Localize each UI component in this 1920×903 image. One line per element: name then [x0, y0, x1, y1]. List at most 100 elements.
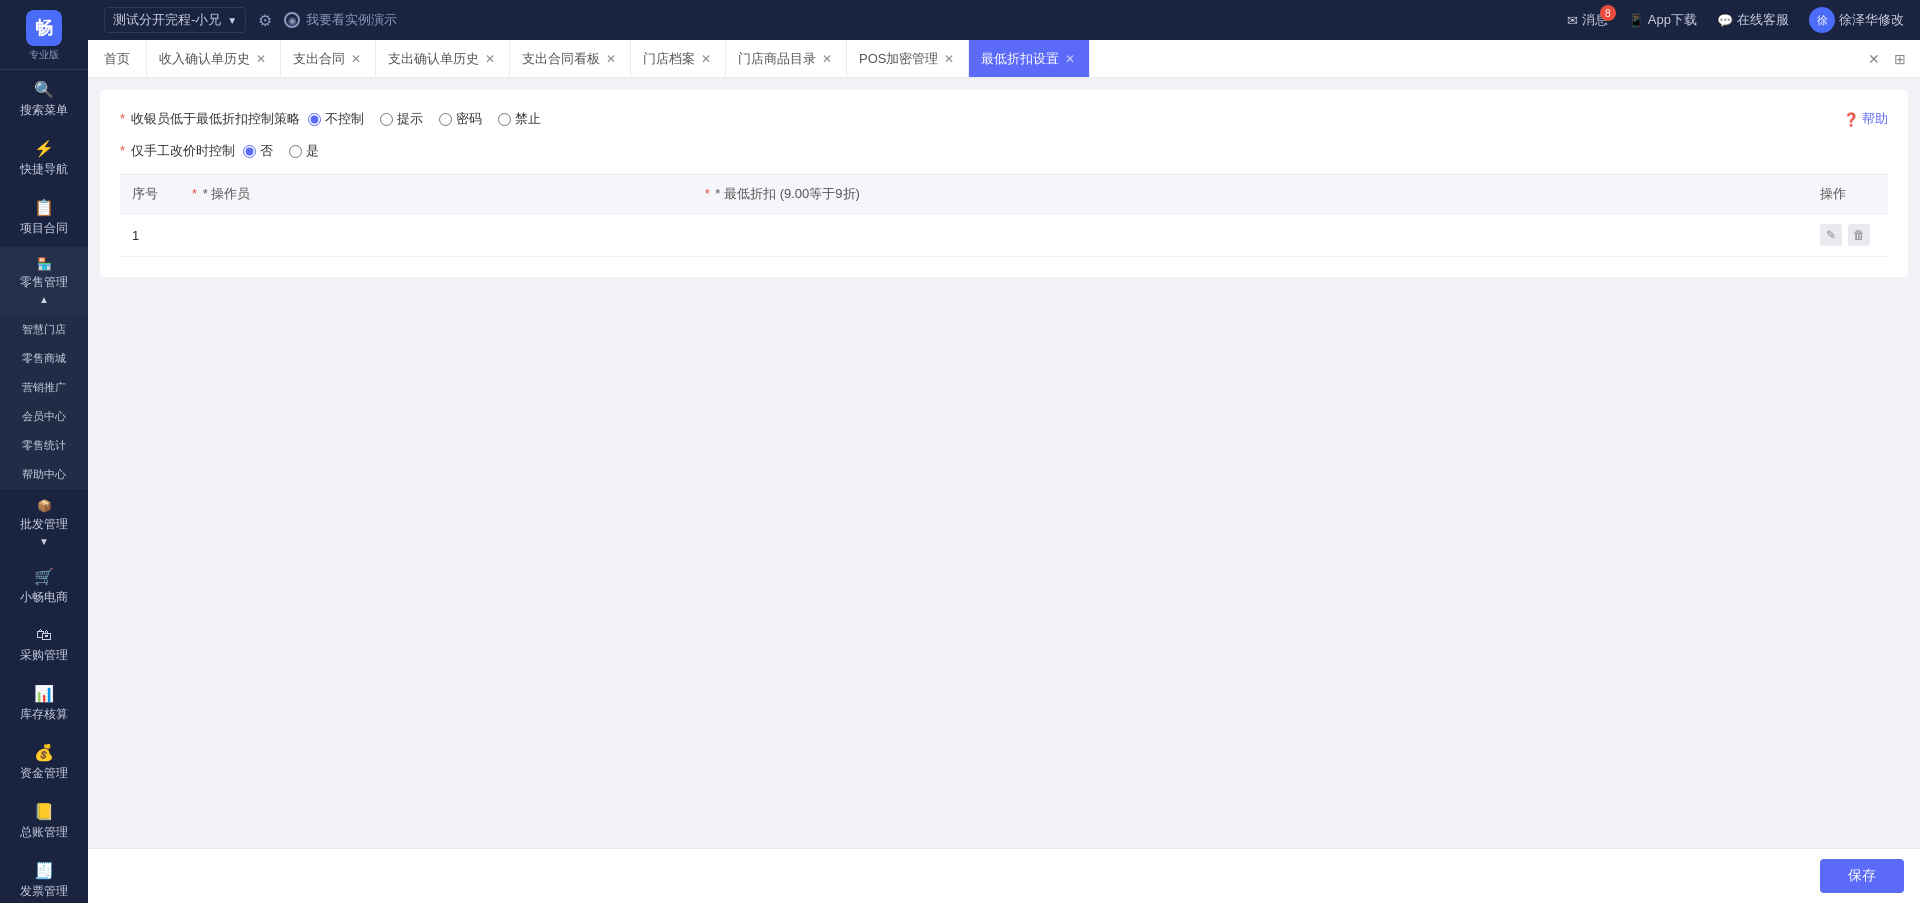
- content-area: * 收银员低于最低折扣控制策略 不控制 提示 密码: [88, 78, 1920, 848]
- settings-card: * 收银员低于最低折扣控制策略 不控制 提示 密码: [100, 90, 1908, 277]
- sidebar-item-invoice[interactable]: 🧾 发票管理: [0, 851, 88, 903]
- manual-radio-group: 否 是: [243, 142, 319, 160]
- user-profile[interactable]: 徐 徐泽华修改: [1809, 7, 1904, 33]
- tab-label: 支出合同看板: [522, 50, 600, 68]
- download-icon: 📱: [1628, 13, 1644, 28]
- tab-close-icon[interactable]: ✕: [942, 52, 956, 66]
- cell-actions: ✎ 🗑: [1808, 214, 1888, 257]
- manual-radio-no[interactable]: [243, 145, 256, 158]
- demo-link[interactable]: ◉ 我要看实例演示: [284, 11, 397, 29]
- sidebar-item-inventory[interactable]: 📊 库存核算: [0, 674, 88, 733]
- policy-option-label: 不控制: [325, 110, 364, 128]
- col-header-min-discount: * * 最低折扣 (9.00等于9折): [693, 175, 1808, 214]
- online-service-button[interactable]: 💬 在线客服: [1717, 11, 1789, 29]
- tab-store-product[interactable]: 门店商品目录 ✕: [726, 40, 847, 78]
- app-download-label: App下载: [1648, 11, 1697, 29]
- tab-close-icon[interactable]: ✕: [483, 52, 497, 66]
- sidebar-item-smart-store[interactable]: 智慧门店: [0, 315, 88, 344]
- tab-close-all-button[interactable]: ✕: [1862, 47, 1886, 71]
- sidebar-item-retail-stats[interactable]: 零售统计: [0, 431, 88, 460]
- question-icon: ❓: [1843, 112, 1859, 127]
- save-button[interactable]: 保存: [1820, 859, 1904, 893]
- tab-close-icon[interactable]: ✕: [254, 52, 268, 66]
- tab-label: 支出合同: [293, 50, 345, 68]
- invoice-icon: 🧾: [34, 861, 54, 880]
- sidebar-item-capital[interactable]: 💰 资金管理: [0, 733, 88, 792]
- policy-option-no-control[interactable]: 不控制: [308, 110, 364, 128]
- tab-close-icon[interactable]: ✕: [699, 52, 713, 66]
- sidebar-item-label: 帮助中心: [22, 467, 66, 482]
- manual-radio-yes[interactable]: [289, 145, 302, 158]
- retail-icon: 🏪: [37, 257, 52, 271]
- tab-label: 最低折扣设置: [981, 50, 1059, 68]
- home-tab-label: 首页: [104, 50, 130, 68]
- topbar-right: ✉ 消息 8 📱 App下载 💬 在线客服 徐 徐泽华修改: [1567, 7, 1904, 33]
- delete-icon[interactable]: 🗑: [1848, 224, 1870, 246]
- policy-option-forbid[interactable]: 禁止: [498, 110, 541, 128]
- user-name: 徐泽华修改: [1839, 11, 1904, 29]
- help-link[interactable]: ❓ 帮助: [1843, 110, 1888, 128]
- contract-icon: 📋: [34, 198, 54, 217]
- required-star: *: [120, 111, 125, 126]
- policy-radio-forbid[interactable]: [498, 113, 511, 126]
- manual-option-no[interactable]: 否: [243, 142, 273, 160]
- tab-income-history[interactable]: 收入确认单历史 ✕: [147, 40, 281, 78]
- tabbar: 首页 收入确认单历史 ✕ 支出合同 ✕ 支出确认单历史 ✕ 支出合同看板 ✕ 门…: [88, 40, 1920, 78]
- topbar: 测试分开完程-小兄 ▼ ⚙ ◉ 我要看实例演示 ✉ 消息 8 📱 App下载 💬…: [88, 0, 1920, 40]
- purchase-icon: 🛍: [36, 626, 52, 644]
- message-button[interactable]: ✉ 消息 8: [1567, 11, 1608, 29]
- main-area: 测试分开完程-小兄 ▼ ⚙ ◉ 我要看实例演示 ✉ 消息 8 📱 App下载 💬…: [88, 0, 1920, 903]
- policy-radio-no-control[interactable]: [308, 113, 321, 126]
- app-logo-icon: 畅: [26, 10, 62, 46]
- tab-payment-contract[interactable]: 支出合同 ✕: [281, 40, 376, 78]
- tab-pos-password[interactable]: POS加密管理 ✕: [847, 40, 969, 78]
- sidebar-item-project[interactable]: 📋 项目合同: [0, 188, 88, 247]
- sidebar-item-help[interactable]: 帮助中心: [0, 460, 88, 489]
- sidebar-item-purchase[interactable]: 🛍 采购管理: [0, 616, 88, 674]
- tab-payment-confirm-history[interactable]: 支出确认单历史 ✕: [376, 40, 510, 78]
- sidebar-item-label: 零售统计: [22, 438, 66, 453]
- sidebar-item-retail[interactable]: 🏪 零售管理 ▲: [0, 247, 88, 315]
- table-row: 1 ✎ 🗑: [120, 214, 1888, 257]
- policy-radio-prompt[interactable]: [380, 113, 393, 126]
- manual-option-yes[interactable]: 是: [289, 142, 319, 160]
- col-header-operator: * * 操作员: [180, 175, 693, 214]
- sidebar-item-label: 小畅电商: [20, 589, 68, 606]
- row-actions: ✎ 🗑: [1820, 224, 1876, 246]
- policy-option-label: 提示: [397, 110, 423, 128]
- manual-label: * 仅手工改价时控制: [120, 142, 235, 160]
- project-selector[interactable]: 测试分开完程-小兄 ▼: [104, 7, 246, 33]
- footer: 保存: [88, 848, 1920, 903]
- sidebar-item-ecommerce[interactable]: 🛒 小畅电商: [0, 557, 88, 616]
- tab-actions: ✕ ⊞: [1854, 47, 1920, 71]
- sidebar-item-member[interactable]: 会员中心: [0, 402, 88, 431]
- chevron-down-icon: ▼: [227, 15, 237, 26]
- edit-icon[interactable]: ✎: [1820, 224, 1842, 246]
- policy-option-prompt[interactable]: 提示: [380, 110, 423, 128]
- tab-close-icon[interactable]: ✕: [1063, 52, 1077, 66]
- tab-min-discount[interactable]: 最低折扣设置 ✕: [969, 40, 1090, 78]
- sidebar-item-search[interactable]: 🔍 搜索菜单: [0, 70, 88, 129]
- sidebar-item-batch[interactable]: 📦 批发管理 ▼: [0, 489, 88, 557]
- tab-close-icon[interactable]: ✕: [349, 52, 363, 66]
- tab-home[interactable]: 首页: [88, 40, 147, 78]
- sidebar-item-marketing[interactable]: 营销推广: [0, 373, 88, 402]
- policy-form-row: * 收银员低于最低折扣控制策略 不控制 提示 密码: [120, 110, 1888, 128]
- policy-radio-password[interactable]: [439, 113, 452, 126]
- discount-table: 序号 * * 操作员 * * 最低折扣 (9.00等于9折) 操作: [120, 174, 1888, 257]
- tab-payment-contract-board[interactable]: 支出合同看板 ✕: [510, 40, 631, 78]
- topbar-settings-icon[interactable]: ⚙: [258, 11, 272, 30]
- sidebar-item-label: 库存核算: [20, 706, 68, 723]
- sidebar-item-retail-mall[interactable]: 零售商城: [0, 344, 88, 373]
- tab-store-file[interactable]: 门店档案 ✕: [631, 40, 726, 78]
- sidebar-item-label: 发票管理: [20, 883, 68, 900]
- sidebar-item-shortcut[interactable]: ⚡ 快捷导航: [0, 129, 88, 188]
- sidebar-item-ledger[interactable]: 📒 总账管理: [0, 792, 88, 851]
- tab-close-icon[interactable]: ✕: [820, 52, 834, 66]
- tab-close-icon[interactable]: ✕: [604, 52, 618, 66]
- app-download-button[interactable]: 📱 App下载: [1628, 11, 1697, 29]
- tab-label: 门店商品目录: [738, 50, 816, 68]
- tab-expand-button[interactable]: ⊞: [1888, 47, 1912, 71]
- demo-text: 我要看实例演示: [306, 11, 397, 29]
- policy-option-password[interactable]: 密码: [439, 110, 482, 128]
